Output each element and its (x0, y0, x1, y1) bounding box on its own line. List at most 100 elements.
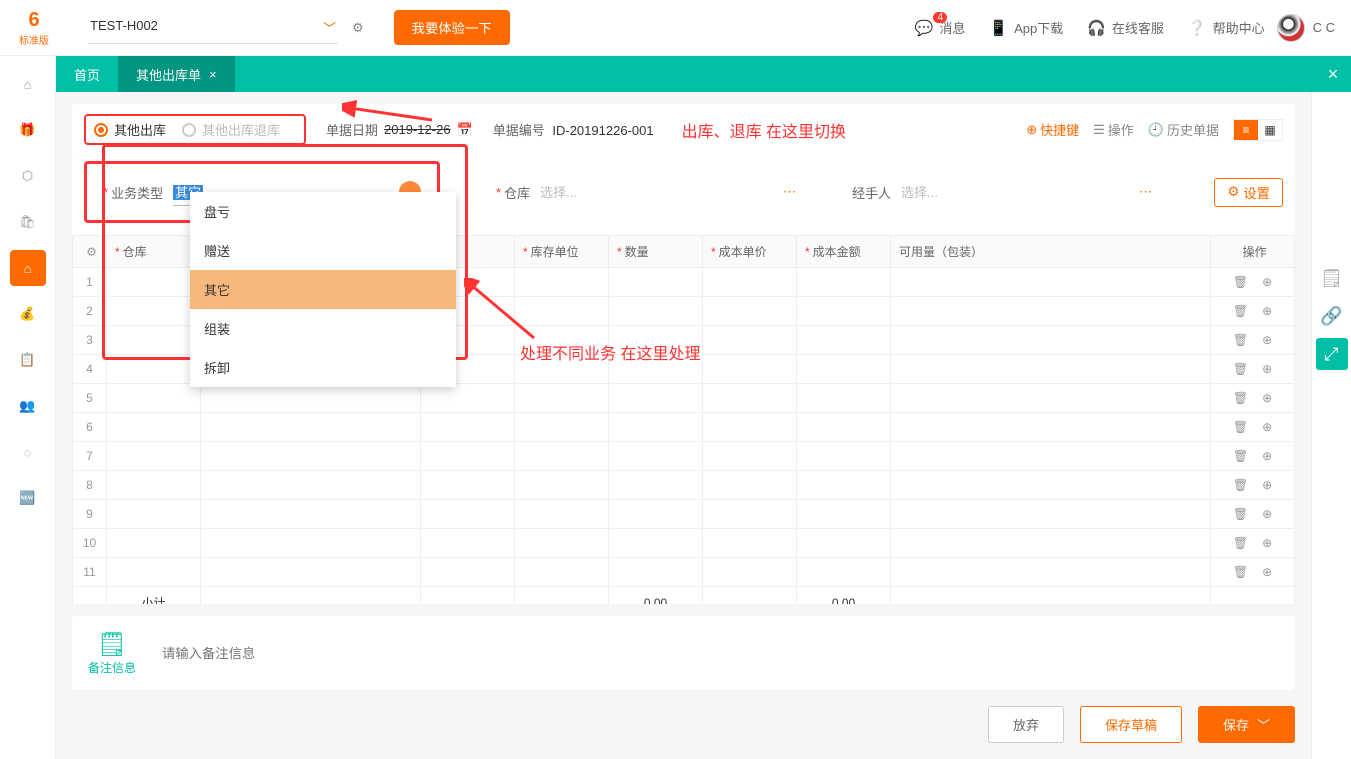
table-row[interactable]: 6🗑⊕ (73, 413, 1295, 442)
table-row[interactable]: 5🗑⊕ (73, 384, 1295, 413)
left-rail: ⌂ 🎁 ⬡ 🛍 ⌂ 💰 📋 👥 ◌ 🆕 (0, 56, 56, 759)
col-qty: *数量 (609, 236, 703, 268)
calendar-icon[interactable]: 📅 (457, 122, 473, 138)
copy-icon[interactable]: ⊕ (1262, 507, 1272, 521)
top-bar: 6 标准版 TEST-H002 ﹀ ⚙ 我要体验一下 💬 消息 4 📱 App下… (0, 0, 1351, 56)
rail-bag-icon[interactable]: 🛍 (10, 204, 46, 240)
notes-icon: 🗒 备注信息 (86, 630, 138, 676)
delete-icon[interactable]: 🗑 (1233, 536, 1248, 550)
help-icon: ❔ (1188, 19, 1207, 37)
tab-home[interactable]: 首页 (56, 56, 118, 92)
copy-icon[interactable]: ⊕ (1262, 478, 1272, 492)
tab-other-outbound[interactable]: 其他出库单× (118, 56, 235, 92)
gear-icon: ⚙ (1227, 184, 1239, 200)
option-zuzhuang[interactable]: 组装 (190, 309, 456, 348)
rail-warehouse-icon[interactable]: ⌂ (10, 250, 46, 286)
radio-outbound[interactable]: 其他出库 (94, 120, 166, 139)
operate-link[interactable]: ☰ 操作 (1093, 120, 1134, 139)
help-center-link[interactable]: ❔ 帮助中心 (1188, 18, 1265, 37)
copy-icon[interactable]: ⊕ (1262, 536, 1272, 550)
notes-input[interactable] (154, 638, 1281, 669)
rail-gift-icon[interactable]: 🎁 (10, 112, 46, 148)
table-row[interactable]: 7🗑⊕ (73, 442, 1295, 471)
copy-icon[interactable]: ⊕ (1262, 333, 1272, 347)
gear-icon[interactable]: ⚙ (352, 20, 364, 36)
col-cost-price: *成本单价 (703, 236, 797, 268)
more-icon[interactable]: ⋯ (1139, 184, 1152, 200)
save-draft-button[interactable]: 保存草稿 (1080, 706, 1182, 743)
rail-money-icon[interactable]: 💰 (10, 296, 46, 332)
org-selector[interactable]: TEST-H002 ﹀ (88, 12, 338, 44)
user-menu[interactable]: C C (1277, 14, 1335, 42)
view-grid-icon[interactable]: ▦ (1258, 120, 1282, 140)
rail-contacts-icon[interactable]: 👥 (10, 388, 46, 424)
tab-strip: 首页 其他出库单× × (56, 56, 1351, 92)
handler-field[interactable]: 经手人 选择... ⋯ (852, 182, 1152, 202)
col-operate: 操作 (1211, 236, 1295, 268)
stock-mode-radio-group: 其他出库 其他出库退库 (84, 114, 306, 145)
rail-diamond-icon[interactable]: ⬡ (10, 158, 46, 194)
col-warehouse: *仓库 (107, 236, 201, 268)
logo: 6 标准版 (16, 9, 52, 47)
copy-icon[interactable]: ⊕ (1262, 565, 1272, 579)
date-value[interactable]: 2019-12-26 (384, 122, 451, 137)
copy-icon[interactable]: ⊕ (1262, 275, 1272, 289)
delete-icon[interactable]: 🗑 (1233, 362, 1248, 376)
logo-icon: 6 (28, 9, 39, 32)
copy-icon[interactable]: ⊕ (1262, 362, 1272, 376)
shortcut-link[interactable]: ⊕ 快捷键 (1026, 120, 1079, 139)
table-row[interactable]: 11🗑⊕ (73, 558, 1295, 587)
delete-icon[interactable]: 🗑 (1233, 449, 1248, 463)
msg-badge: 4 (933, 12, 947, 23)
footer: 放弃 保存草稿 保存﹀ (72, 690, 1295, 759)
note-icon[interactable]: 🗒 (1316, 262, 1348, 294)
rail-home-icon[interactable]: ⌂ (10, 66, 46, 102)
delete-icon[interactable]: 🗑 (1233, 420, 1248, 434)
close-all-tabs[interactable]: × (1315, 56, 1351, 92)
copy-icon[interactable]: ⊕ (1262, 420, 1272, 434)
online-service-link[interactable]: 🎧 在线客服 (1087, 18, 1164, 37)
discard-button[interactable]: 放弃 (988, 706, 1064, 743)
rail-clipboard-icon[interactable]: 📋 (10, 342, 46, 378)
copy-icon[interactable]: ⊕ (1262, 391, 1272, 405)
link-icon[interactable]: 🔗 (1316, 300, 1348, 332)
table-row[interactable]: 8🗑⊕ (73, 471, 1295, 500)
delete-icon[interactable]: 🗑 (1233, 304, 1248, 318)
column-settings[interactable]: ⚙ (73, 236, 107, 268)
delete-icon[interactable]: 🗑 (1233, 333, 1248, 347)
messages-link[interactable]: 💬 消息 4 (915, 18, 966, 37)
settings-button[interactable]: ⚙设置 (1214, 178, 1283, 207)
delete-icon[interactable]: 🗑 (1233, 565, 1248, 579)
option-zengsong[interactable]: 赠送 (190, 231, 456, 270)
option-qita[interactable]: 其它 (190, 270, 456, 309)
delete-icon[interactable]: 🗑 (1233, 391, 1248, 405)
close-icon[interactable]: × (209, 67, 217, 82)
option-chaixie[interactable]: 拆卸 (190, 348, 456, 387)
delete-icon[interactable]: 🗑 (1233, 478, 1248, 492)
trial-button[interactable]: 我要体验一下 (394, 10, 510, 45)
more-icon[interactable]: ⋯ (783, 184, 796, 200)
table-row[interactable]: 10🗑⊕ (73, 529, 1295, 558)
warehouse-field[interactable]: * 仓库 选择... ⋯ (496, 182, 796, 202)
history-link[interactable]: 🕘 历史单据 (1148, 120, 1219, 139)
expand-icon[interactable]: ⤢ (1316, 338, 1348, 370)
headset-icon: 🎧 (1087, 19, 1106, 37)
radio-return[interactable]: 其他出库退库 (182, 120, 280, 139)
rail-dotted-icon[interactable]: ◌ (10, 434, 46, 470)
view-toggle: ≡ ▦ (1233, 119, 1283, 141)
option-pankui[interactable]: 盘亏 (190, 192, 456, 231)
delete-icon[interactable]: 🗑 (1233, 507, 1248, 521)
save-button[interactable]: 保存﹀ (1198, 706, 1295, 743)
view-list-icon[interactable]: ≡ (1234, 120, 1258, 140)
col-cost-amount: *成本金额 (797, 236, 891, 268)
app-download-link[interactable]: 📱 App下载 (989, 18, 1063, 37)
edition-label: 标准版 (19, 32, 49, 47)
copy-icon[interactable]: ⊕ (1262, 449, 1272, 463)
table-row[interactable]: 9🗑⊕ (73, 500, 1295, 529)
col-unit: *库存单位 (515, 236, 609, 268)
delete-icon[interactable]: 🗑 (1233, 275, 1248, 289)
radio-unchecked-icon (182, 123, 196, 137)
subtotal-row: 小计 0.000.00 (73, 587, 1295, 605)
rail-new-icon[interactable]: 🆕 (10, 480, 46, 516)
copy-icon[interactable]: ⊕ (1262, 304, 1272, 318)
